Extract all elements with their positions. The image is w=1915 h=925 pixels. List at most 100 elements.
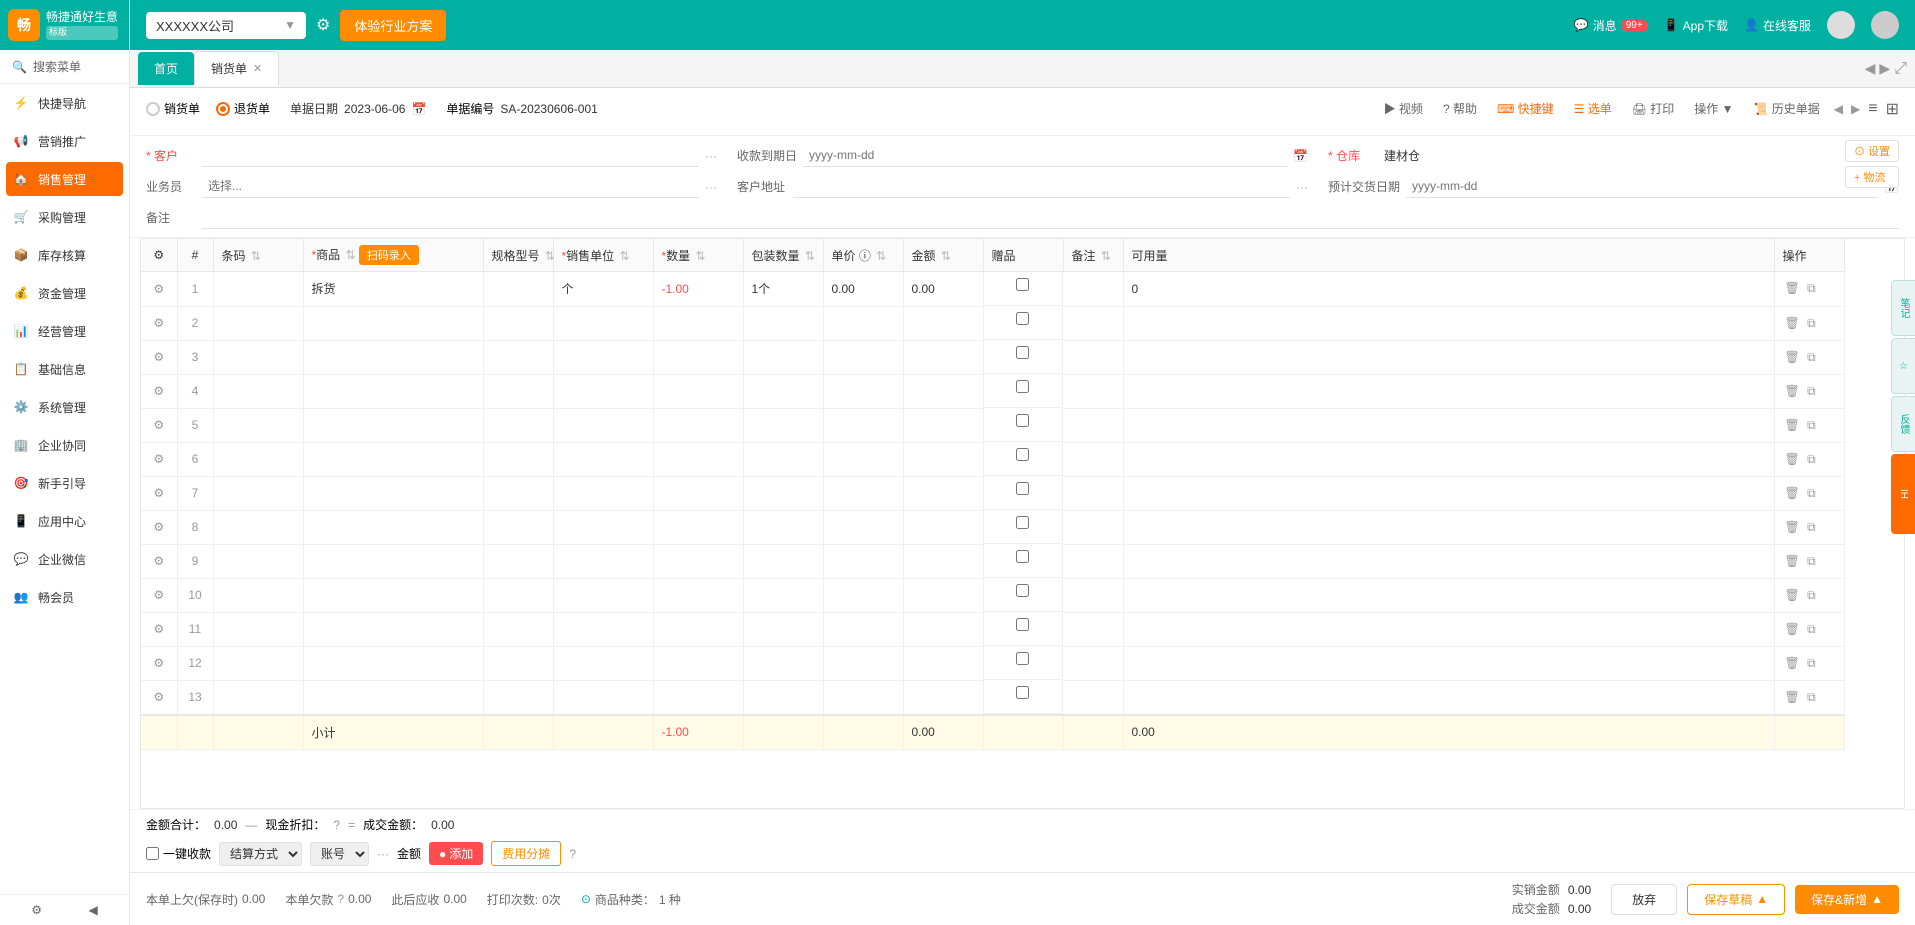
sidebar-item-marketing[interactable]: 📢 营销推广	[0, 122, 129, 160]
row-remark-7[interactable]	[1063, 476, 1123, 510]
row-price-2[interactable]	[823, 306, 903, 340]
row-pkgqty-11[interactable]	[743, 612, 823, 646]
row-qty-12[interactable]	[653, 646, 743, 680]
row-gear-8[interactable]: ⚙	[141, 510, 177, 544]
nav-next-icon[interactable]: ▶	[1851, 102, 1860, 116]
panel-orange-btn[interactable]: IH	[1891, 454, 1915, 534]
row-unit-6[interactable]	[553, 442, 653, 476]
tab-expand-icon[interactable]: ⤢	[1894, 60, 1907, 78]
row-qty-10[interactable]	[653, 578, 743, 612]
row-remark-13[interactable]	[1063, 680, 1123, 715]
row-spec-12[interactable]	[483, 646, 553, 680]
row-gift-3[interactable]	[984, 340, 1064, 374]
row-amount-12[interactable]	[903, 646, 983, 680]
row-spec-6[interactable]	[483, 442, 553, 476]
copy-icon-5[interactable]: ⧉	[1807, 418, 1816, 432]
row-remark-10[interactable]	[1063, 578, 1123, 612]
due-date-input[interactable]	[803, 144, 1287, 167]
row-goods-9[interactable]	[303, 544, 483, 578]
copy-icon-2[interactable]: ⧉	[1807, 316, 1816, 330]
copy-icon-7[interactable]: ⧉	[1807, 486, 1816, 500]
expense-help-icon[interactable]: ?	[569, 847, 576, 861]
delete-icon-9[interactable]: 🗑	[1785, 554, 1800, 568]
delete-icon-12[interactable]: 🗑	[1785, 656, 1800, 670]
row-spec-1[interactable]	[483, 272, 553, 307]
row-price-5[interactable]	[823, 408, 903, 442]
copy-icon-13[interactable]: ⧉	[1807, 690, 1816, 704]
account-select[interactable]: 账号	[310, 842, 369, 866]
copy-icon-12[interactable]: ⧉	[1807, 656, 1816, 670]
row-gear-13[interactable]: ⚙	[141, 680, 177, 715]
due-date-calendar-icon[interactable]: 📅	[1293, 149, 1308, 163]
tab-sales-order[interactable]: 销货单 ✕	[194, 51, 279, 86]
sidebar-item-search[interactable]: 🔍 搜索菜单	[0, 50, 129, 84]
row-unit-13[interactable]	[553, 680, 653, 715]
row-barcode-5[interactable]	[213, 408, 303, 442]
row-barcode-7[interactable]	[213, 476, 303, 510]
row-amount-13[interactable]	[903, 680, 983, 715]
customer-input[interactable]	[202, 144, 699, 167]
row-price-12[interactable]	[823, 646, 903, 680]
row-barcode-11[interactable]	[213, 612, 303, 646]
delete-icon-5[interactable]: 🗑	[1785, 418, 1800, 432]
row-amount-2[interactable]	[903, 306, 983, 340]
sidebar-item-inventory[interactable]: 📦 库存核算	[0, 236, 129, 274]
panel-feedback-btn[interactable]: 反馈	[1891, 396, 1915, 452]
copy-icon-4[interactable]: ⧉	[1807, 384, 1816, 398]
row-spec-4[interactable]	[483, 374, 553, 408]
row-gift-6[interactable]	[984, 442, 1064, 476]
gift-checkbox-8[interactable]	[1016, 516, 1029, 529]
sidebar-item-system[interactable]: ⚙️ 系统管理	[0, 388, 129, 426]
delete-icon-13[interactable]: 🗑	[1785, 690, 1800, 704]
message-btn[interactable]: 💬 消息 99+	[1574, 17, 1648, 34]
action-print[interactable]: 🖨 打印	[1626, 98, 1681, 119]
row-spec-5[interactable]	[483, 408, 553, 442]
row-unit-10[interactable]	[553, 578, 653, 612]
row-goods-6[interactable]	[303, 442, 483, 476]
row-gear-6[interactable]: ⚙	[141, 442, 177, 476]
row-unit-9[interactable]	[553, 544, 653, 578]
row-amount-10[interactable]	[903, 578, 983, 612]
row-remark-6[interactable]	[1063, 442, 1123, 476]
row-qty-4[interactable]	[653, 374, 743, 408]
setting-btn[interactable]: ⊙ 设置	[1845, 140, 1899, 162]
row-spec-11[interactable]	[483, 612, 553, 646]
calendar-icon[interactable]: 📅	[411, 102, 426, 116]
row-gear-10[interactable]: ⚙	[141, 578, 177, 612]
gift-checkbox-1[interactable]	[1016, 278, 1029, 291]
radio-return[interactable]: 退货单	[216, 100, 270, 117]
gift-checkbox-12[interactable]	[1016, 652, 1029, 665]
gift-checkbox-9[interactable]	[1016, 550, 1029, 563]
logistics-btn[interactable]: + 物流	[1845, 166, 1899, 188]
tab-home[interactable]: 首页	[138, 52, 194, 85]
action-video[interactable]: ▶ 视频	[1378, 98, 1429, 119]
save-dropdown-icon[interactable]: ▲	[1871, 892, 1883, 906]
row-gear-1[interactable]: ⚙	[141, 272, 177, 307]
row-qty-8[interactable]	[653, 510, 743, 544]
sidebar-item-base[interactable]: 📋 基础信息	[0, 350, 129, 388]
sidebar-item-purchase[interactable]: 🛒 采购管理	[0, 198, 129, 236]
row-qty-1[interactable]: -1.00	[653, 272, 743, 307]
gift-checkbox-7[interactable]	[1016, 482, 1029, 495]
trial-btn[interactable]: 体验行业方案	[340, 10, 446, 41]
row-gear-11[interactable]: ⚙	[141, 612, 177, 646]
row-amount-8[interactable]	[903, 510, 983, 544]
row-pkgqty-7[interactable]	[743, 476, 823, 510]
row-gear-3[interactable]: ⚙	[141, 340, 177, 374]
row-barcode-3[interactable]	[213, 340, 303, 374]
row-qty-7[interactable]	[653, 476, 743, 510]
row-pkgqty-12[interactable]	[743, 646, 823, 680]
row-pkgqty-5[interactable]	[743, 408, 823, 442]
row-gift-2[interactable]	[984, 306, 1064, 340]
expected-date-input[interactable]	[1406, 175, 1878, 198]
row-goods-5[interactable]	[303, 408, 483, 442]
row-gear-9[interactable]: ⚙	[141, 544, 177, 578]
row-pkgqty-13[interactable]	[743, 680, 823, 715]
tab-nav-next[interactable]: ▶	[1879, 60, 1890, 77]
salesperson-input[interactable]	[202, 175, 699, 198]
row-barcode-12[interactable]	[213, 646, 303, 680]
row-price-8[interactable]	[823, 510, 903, 544]
row-unit-8[interactable]	[553, 510, 653, 544]
row-spec-7[interactable]	[483, 476, 553, 510]
row-gear-12[interactable]: ⚙	[141, 646, 177, 680]
